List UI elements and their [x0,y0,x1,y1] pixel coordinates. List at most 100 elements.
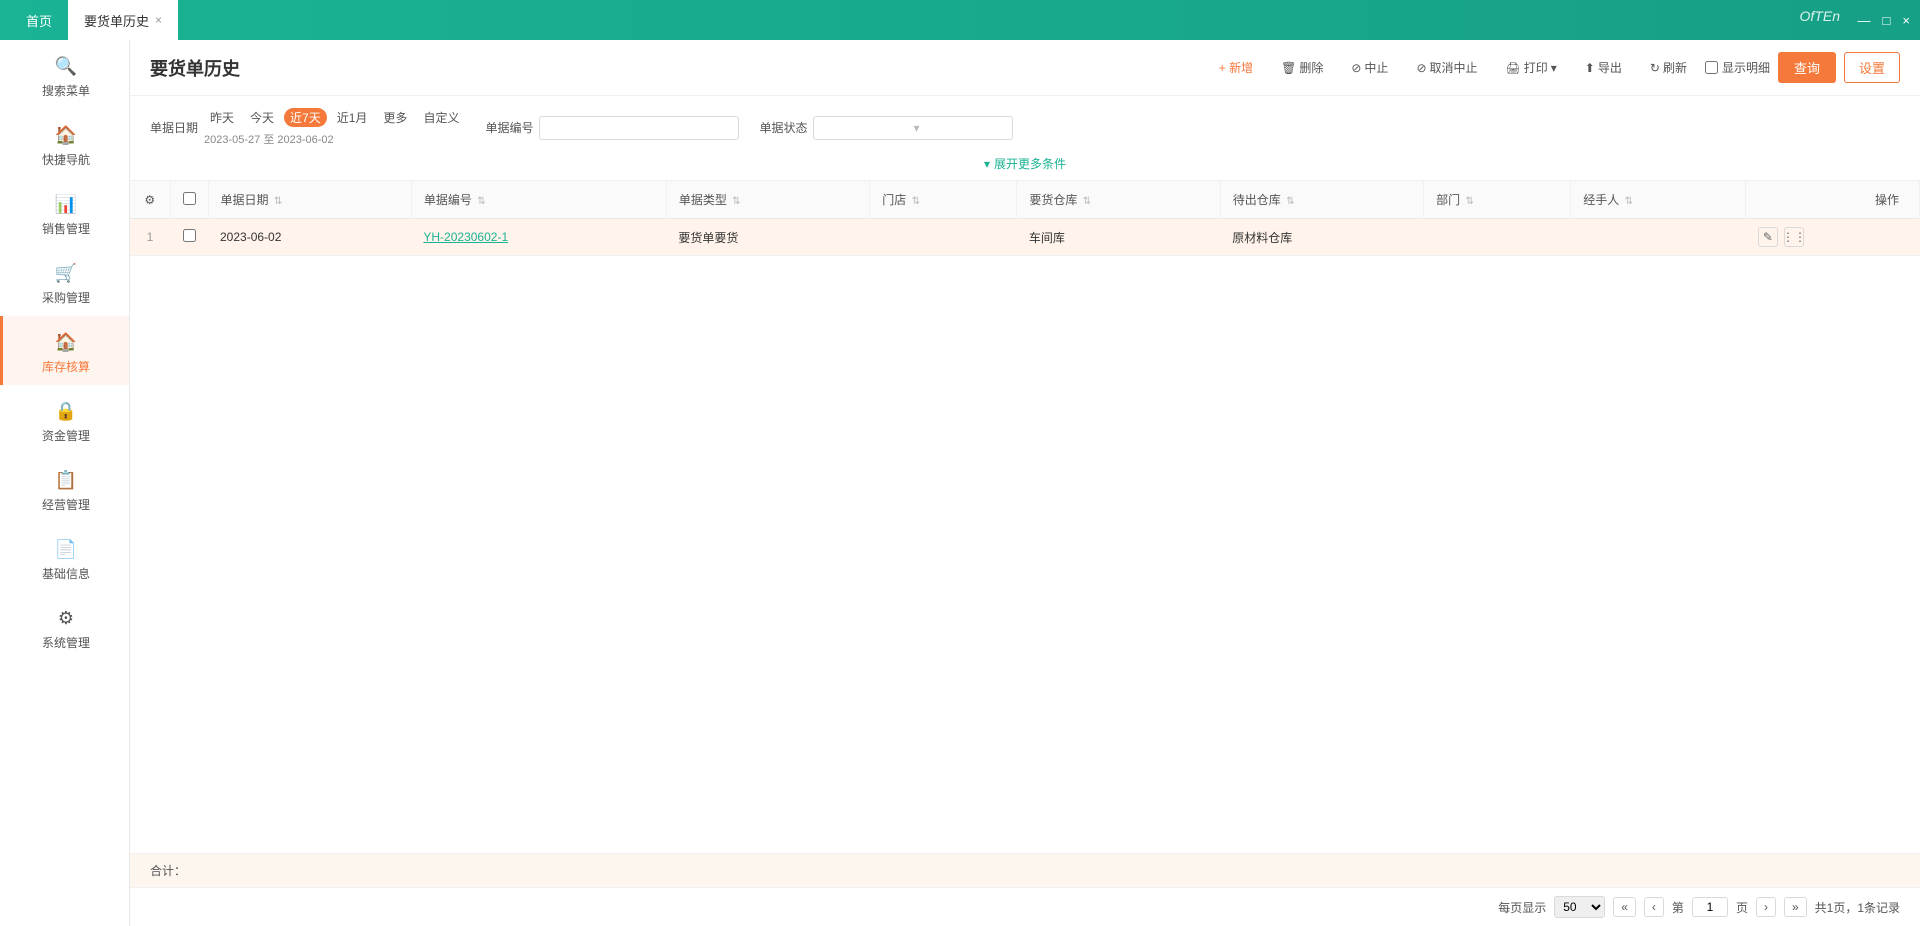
total-info: 共1页，1条记录 [1815,899,1900,916]
row-check-cell [170,219,208,256]
yesterday-btn[interactable]: 昨天 [204,108,240,127]
row-doc-date: 2023-06-02 [208,219,411,256]
status-dropdown-icon: ▾ [913,121,1004,135]
col-settings[interactable]: ⚙ [130,181,170,219]
filter-bar: 单据日期 昨天 今天 近7天 近1月 更多 自定义 2023-05-27 至 2… [130,96,1920,181]
page-first-label: 第 [1672,899,1684,916]
top-bar: 首页 要货单历史 × OfTEn — □ × [0,0,1920,40]
sort-doc-no-icon: ⇅ [477,196,485,207]
last7days-btn[interactable]: 近7天 [284,108,327,127]
sort-doc-type-icon: ⇅ [732,196,740,207]
row-handler [1571,219,1746,256]
last1month-btn[interactable]: 近1月 [331,108,374,127]
window-close-btn[interactable]: × [1902,13,1910,28]
today-btn[interactable]: 今天 [244,108,280,127]
delete-button[interactable]: 🗑 删除 [1271,54,1333,81]
window-maximize-btn[interactable]: □ [1883,13,1891,28]
edit-op-icon[interactable]: ✎ [1758,227,1778,247]
display-cell-label[interactable]: 显示明细 [1705,59,1770,76]
basic-info-icon: 📄 [54,537,78,561]
custom-btn[interactable]: 自定义 [417,108,465,127]
cancel-stop-button[interactable]: ⊘ 取消中止 [1406,54,1487,81]
content-area: 要货单历史 + 新增 🗑 删除 ⊘ 中止 ⊘ 取消中止 🖨 打印 [130,40,1920,926]
last-page-btn[interactable]: » [1784,897,1807,917]
sidebar-item-capital-mgmt[interactable]: 🔒 资金管理 [0,385,129,454]
display-cell-checkbox[interactable] [1705,61,1718,74]
new-button[interactable]: + 新增 [1209,54,1263,81]
export-button[interactable]: ⬆ 导出 [1575,54,1632,81]
col-dept[interactable]: 部门 ⇅ [1424,181,1571,219]
stop-button[interactable]: ⊘ 中止 [1341,54,1398,81]
date-shortcuts: 昨天 今天 近7天 近1月 更多 自定义 [204,108,465,127]
row-checkbox[interactable] [183,229,196,242]
sort-pending-warehouse-icon: ⇅ [1286,196,1294,207]
row-store [870,219,1017,256]
select-all-checkbox[interactable] [183,192,196,205]
page-number-input[interactable] [1692,897,1728,917]
tab-home[interactable]: 首页 [10,0,68,40]
top-bar-right: — □ × [1858,13,1910,28]
capital-mgmt-icon: 🔒 [54,399,78,423]
row-operations: ✎ ⋮⋮ [1746,219,1920,256]
sidebar-item-search-menu[interactable]: 🔍 搜索菜单 [0,40,129,109]
purchase-mgmt-icon: 🛒 [54,261,78,285]
settings-button[interactable]: 设置 [1844,52,1900,83]
close-tab-icon[interactable]: × [155,13,162,27]
status-label: 单据状态 [759,119,807,136]
expand-more-icon: ▾ [984,157,990,171]
stop-icon: ⊘ [1351,61,1361,75]
print-icon: 🖨 [1506,61,1521,75]
prev-page-btn[interactable]: ‹ [1644,897,1664,917]
sidebar-item-basic-info[interactable]: 📄 基础信息 [0,523,129,592]
sidebar-item-sales-mgmt[interactable]: 📊 销售管理 [0,178,129,247]
expand-more-btn[interactable]: ▾ 展开更多条件 [150,155,1900,172]
more-btn[interactable]: 更多 [377,108,413,127]
page-size-label: 每页显示 [1498,899,1546,916]
row-req-warehouse: 车间库 [1017,219,1220,256]
summary-label: 合计： [150,864,186,878]
status-select[interactable]: ▾ [813,116,1013,140]
doc-no-link[interactable]: YH-20230602-1 [423,230,508,244]
header-actions: + 新增 🗑 删除 ⊘ 中止 ⊘ 取消中止 🖨 打印 ▾ [1209,52,1900,83]
sidebar: 🔍 搜索菜单 🏠 快捷导航 📊 销售管理 🛒 采购管理 🏠 库存核算 🔒 资金管… [0,40,130,926]
date-filter-label: 单据日期 [150,119,198,136]
col-doc-date[interactable]: 单据日期 ⇅ [208,181,411,219]
first-page-btn[interactable]: « [1613,897,1636,917]
sort-handler-icon: ⇅ [1625,196,1633,207]
main-table: ⚙ 单据日期 ⇅ 单据编号 ⇅ 单据类型 [130,181,1920,256]
page-header: 要货单历史 + 新增 🗑 删除 ⊘ 中止 ⊘ 取消中止 🖨 打印 [130,40,1920,96]
sidebar-item-purchase-mgmt[interactable]: 🛒 采购管理 [0,247,129,316]
doc-no-label: 单据编号 [485,119,533,136]
tab-requisition-history[interactable]: 要货单历史 × [68,0,178,40]
search-menu-icon: 🔍 [54,54,78,78]
sidebar-item-inventory[interactable]: 🏠 库存核算 [0,316,129,385]
col-store[interactable]: 门店 ⇅ [870,181,1017,219]
page-suffix-label: 页 [1736,899,1748,916]
sidebar-item-ops-mgmt[interactable]: 📋 经营管理 [0,454,129,523]
col-doc-type[interactable]: 单据类型 ⇅ [666,181,869,219]
refresh-button[interactable]: ↻ 刷新 [1640,54,1697,81]
row-pending-warehouse: 原材料仓库 [1220,219,1423,256]
more-op-icon[interactable]: ⋮⋮ [1784,227,1804,247]
col-handler[interactable]: 经手人 ⇅ [1571,181,1746,219]
page-size-select[interactable]: 50 20 100 [1554,896,1605,918]
quick-nav-icon: 🏠 [54,123,78,147]
query-button[interactable]: 查询 [1778,52,1836,83]
doc-no-input[interactable] [539,116,739,140]
doc-no-filter-item: 单据编号 [485,116,739,140]
window-minimize-btn[interactable]: — [1858,13,1871,28]
col-req-warehouse[interactable]: 要货仓库 ⇅ [1017,181,1220,219]
status-filter-item: 单据状态 ▾ [759,116,1013,140]
page-title: 要货单历史 [150,55,1209,81]
row-doc-no: YH-20230602-1 [411,219,666,256]
print-button[interactable]: 🖨 打印 ▾ [1496,54,1567,81]
ops-mgmt-icon: 📋 [54,468,78,492]
sort-req-warehouse-icon: ⇅ [1083,196,1091,207]
brand-text: OfTEn [1800,8,1840,24]
next-page-btn[interactable]: › [1756,897,1776,917]
col-doc-no[interactable]: 单据编号 ⇅ [411,181,666,219]
sidebar-item-quick-nav[interactable]: 🏠 快捷导航 [0,109,129,178]
table-header-row: ⚙ 单据日期 ⇅ 单据编号 ⇅ 单据类型 [130,181,1920,219]
sidebar-item-sys-mgmt[interactable]: ⚙ 系统管理 [0,592,129,661]
col-pending-warehouse[interactable]: 待出仓库 ⇅ [1220,181,1423,219]
